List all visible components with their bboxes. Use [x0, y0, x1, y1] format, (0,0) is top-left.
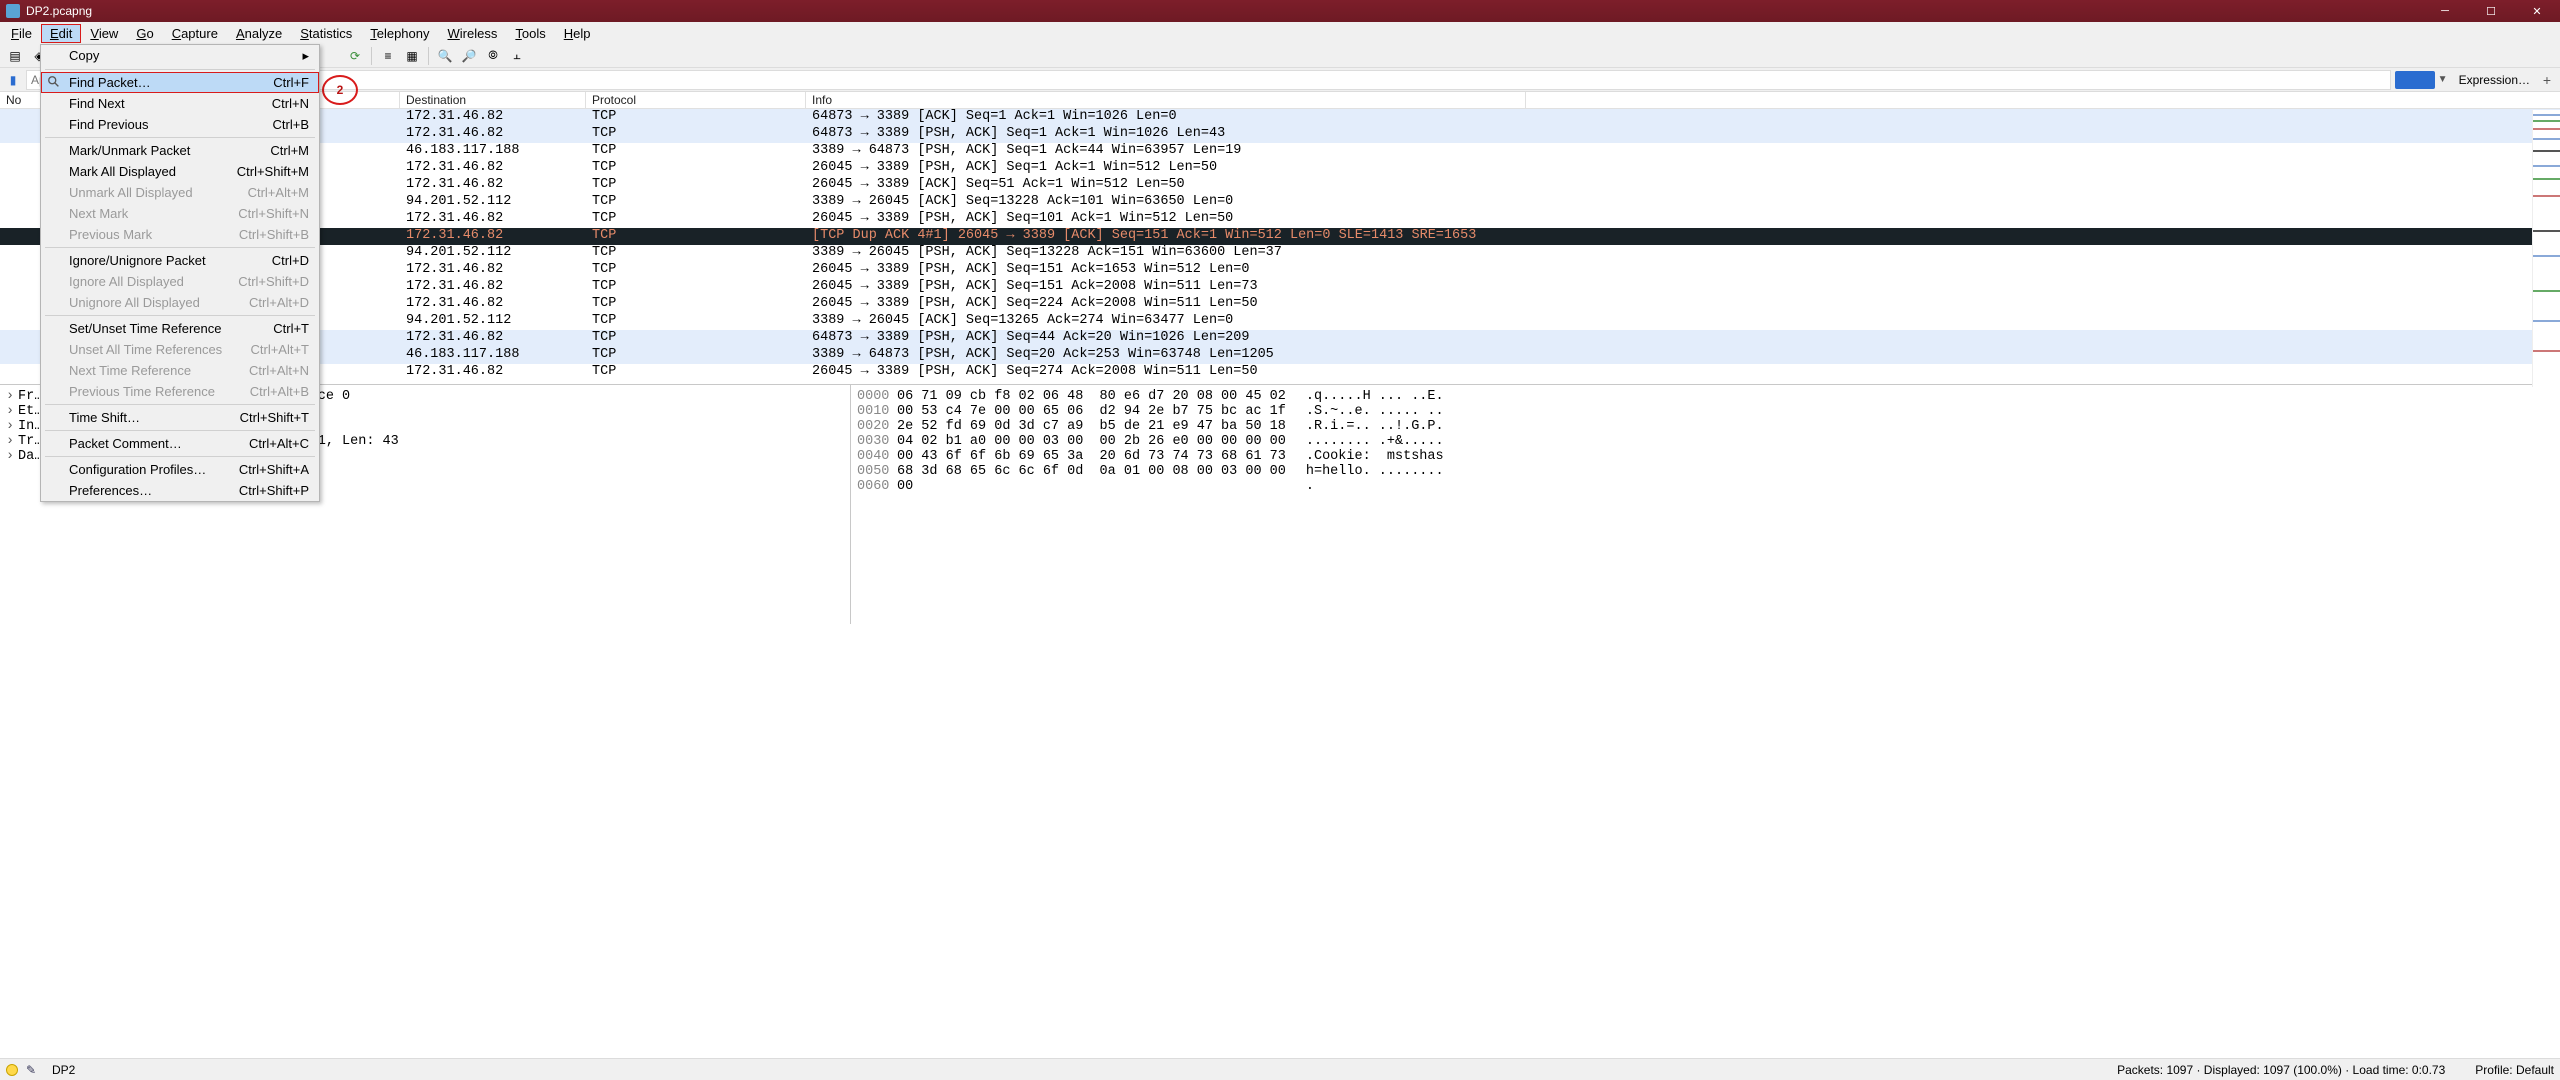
menu-separator: [45, 404, 315, 405]
packet-row[interactable]: 94.201.52.112TCP3389 → 26045 [PSH, ACK] …: [0, 245, 2560, 262]
column-header[interactable]: Destination: [400, 92, 586, 108]
menu-item-set-unset-time-reference[interactable]: Set/Unset Time ReferenceCtrl+T: [41, 318, 319, 339]
menu-view[interactable]: View: [81, 24, 127, 43]
packet-row[interactable]: 172.31.46.82TCP64873 → 3389 [ACK] Seq=1 …: [0, 109, 2560, 126]
edit-menu-dropdown: Copy▸ Find Packet…Ctrl+FFind NextCtrl+NFi…: [40, 44, 320, 502]
edit-capture-comment-icon[interactable]: ✎: [26, 1063, 42, 1077]
autoscroll-icon[interactable]: ≡: [377, 46, 399, 66]
resize-columns-icon[interactable]: ⫠: [506, 46, 528, 66]
menu-item-mark-unmark-packet[interactable]: Mark/Unmark PacketCtrl+M: [41, 140, 319, 161]
packet-row[interactable]: 172.31.46.82TCP26045 → 3389 [PSH, ACK] S…: [0, 296, 2560, 313]
packet-row[interactable]: 172.31.46.82TCP26045 → 3389 [ACK] Seq=51…: [0, 177, 2560, 194]
menu-item-find-next[interactable]: Find NextCtrl+N: [41, 93, 319, 114]
toolbar-separator: [428, 47, 429, 65]
interfaces-icon[interactable]: ▤: [4, 46, 26, 66]
menu-bar: FileEditViewGoCaptureAnalyzeStatisticsTe…: [0, 22, 2560, 44]
menu-item-find-previous[interactable]: Find PreviousCtrl+B: [41, 114, 319, 135]
menu-item-copy[interactable]: Copy▸: [41, 45, 319, 67]
menu-item-find-packet[interactable]: Find Packet…Ctrl+F: [41, 72, 319, 93]
menu-help[interactable]: Help: [555, 24, 600, 43]
menu-separator: [45, 315, 315, 316]
column-header[interactable]: Info: [806, 92, 1526, 108]
bookmark-filter-icon[interactable]: ▮: [4, 71, 22, 89]
app-logo-icon: [6, 4, 20, 18]
packet-list-headers: NoDestinationProtocolInfo: [0, 92, 2560, 109]
column-header[interactable]: Protocol: [586, 92, 806, 108]
packet-row[interactable]: 172.31.46.82TCP26045 → 3389 [PSH, ACK] S…: [0, 211, 2560, 228]
packet-minimap[interactable]: [2532, 110, 2560, 387]
menu-item-next-mark: Next MarkCtrl+Shift+N: [41, 203, 319, 224]
detail-panes: ›Fr… es captured (776 bits) on interface…: [0, 384, 2560, 624]
maximize-button[interactable]: ☐: [2468, 0, 2514, 22]
menu-item-packet-comment[interactable]: Packet Comment…Ctrl+Alt+C: [41, 433, 319, 454]
close-button[interactable]: ✕: [2514, 0, 2560, 22]
annotation-number: 2: [337, 83, 344, 97]
menu-item-ignore-unignore-packet[interactable]: Ignore/Unignore PacketCtrl+D: [41, 250, 319, 271]
menu-item-time-shift[interactable]: Time Shift…Ctrl+Shift+T: [41, 407, 319, 428]
menu-tools[interactable]: Tools: [506, 24, 554, 43]
menu-go[interactable]: Go: [127, 24, 162, 43]
status-file-label: DP2: [52, 1063, 75, 1077]
zoom-in-icon[interactable]: 🔍: [434, 46, 456, 66]
title-bar: DP2.pcapng ─ ☐ ✕: [0, 0, 2560, 22]
menu-item-unset-all-time-references: Unset All Time ReferencesCtrl+Alt+T: [41, 339, 319, 360]
menu-statistics[interactable]: Statistics: [291, 24, 361, 43]
add-filter-button[interactable]: +: [2538, 72, 2556, 88]
minimize-button[interactable]: ─: [2422, 0, 2468, 22]
menu-file[interactable]: File: [2, 24, 41, 43]
menu-item-previous-time-reference: Previous Time ReferenceCtrl+Alt+B: [41, 381, 319, 402]
colorize-icon[interactable]: ▦: [401, 46, 423, 66]
packet-row[interactable]: 46.183.117.188TCP3389 → 64873 [PSH, ACK]…: [0, 143, 2560, 160]
annotation-circle: 2: [322, 75, 358, 105]
packet-row[interactable]: 172.31.46.82TCP64873 → 3389 [PSH, ACK] S…: [0, 126, 2560, 143]
window-title: DP2.pcapng: [26, 4, 92, 18]
menu-item-unignore-all-displayed: Unignore All DisplayedCtrl+Alt+D: [41, 292, 319, 313]
packet-row[interactable]: 172.31.46.82TCP26045 → 3389 [PSH, ACK] S…: [0, 262, 2560, 279]
packet-row[interactable]: 94.201.52.112TCP3389 → 26045 [ACK] Seq=1…: [0, 313, 2560, 330]
menu-separator: [45, 69, 315, 70]
menu-item-next-time-reference: Next Time ReferenceCtrl+Alt+N: [41, 360, 319, 381]
zoom-reset-icon[interactable]: ⦾: [482, 46, 504, 66]
expert-info-icon[interactable]: [6, 1064, 18, 1076]
menu-item-configuration-profiles[interactable]: Configuration Profiles…Ctrl+Shift+A: [41, 459, 319, 480]
menu-analyze[interactable]: Analyze: [227, 24, 291, 43]
status-profile[interactable]: Profile: Default: [2475, 1063, 2554, 1077]
menu-item-preferences[interactable]: Preferences…Ctrl+Shift+P: [41, 480, 319, 501]
menu-separator: [45, 430, 315, 431]
packet-list-pane[interactable]: 172.31.46.82TCP64873 → 3389 [ACK] Seq=1 …: [0, 109, 2560, 384]
menu-item-previous-mark: Previous MarkCtrl+Shift+B: [41, 224, 319, 245]
menu-item-ignore-all-displayed: Ignore All DisplayedCtrl+Shift+D: [41, 271, 319, 292]
menu-item-unmark-all-displayed: Unmark All DisplayedCtrl+Alt+M: [41, 182, 319, 203]
menu-item-mark-all-displayed[interactable]: Mark All DisplayedCtrl+Shift+M: [41, 161, 319, 182]
packet-row[interactable]: 46.183.117.188TCP3389 → 64873 [PSH, ACK]…: [0, 347, 2560, 364]
status-bar: ✎ DP2 Packets: 1097 · Displayed: 1097 (1…: [0, 1058, 2560, 1080]
menu-separator: [45, 456, 315, 457]
zoom-out-icon[interactable]: 🔎: [458, 46, 480, 66]
packet-row[interactable]: 172.31.46.82TCP64873 → 3389 [PSH, ACK] S…: [0, 330, 2560, 347]
restart-capture-icon[interactable]: ⟳: [344, 46, 366, 66]
display-filter-input[interactable]: [26, 70, 2391, 90]
display-filter-bar: ▮ ▼ Expression… +: [0, 68, 2560, 92]
packet-row[interactable]: 172.31.46.82TCP[TCP Dup ACK 4#1] 26045 →…: [0, 228, 2560, 245]
menu-separator: [45, 137, 315, 138]
menu-wireless[interactable]: Wireless: [439, 24, 507, 43]
status-packet-counts: Packets: 1097 · Displayed: 1097 (100.0%)…: [2117, 1063, 2445, 1077]
menu-separator: [45, 247, 315, 248]
toolbar-separator: [371, 47, 372, 65]
menu-telephony[interactable]: Telephony: [361, 24, 438, 43]
apply-filter-button[interactable]: [2395, 71, 2435, 89]
main-toolbar: ▤ ◈ ⟳ ≡ ▦ 🔍 🔎 ⦾ ⫠: [0, 44, 2560, 68]
packet-row[interactable]: 172.31.46.82TCP26045 → 3389 [PSH, ACK] S…: [0, 160, 2560, 177]
filter-history-dropdown[interactable]: ▼: [2435, 74, 2451, 85]
packet-row[interactable]: 172.31.46.82TCP26045 → 3389 [PSH, ACK] S…: [0, 364, 2560, 381]
packet-row[interactable]: 172.31.46.82TCP26045 → 3389 [PSH, ACK] S…: [0, 279, 2560, 296]
menu-edit[interactable]: Edit: [41, 24, 81, 43]
expression-button[interactable]: Expression…: [2451, 73, 2538, 87]
packet-bytes-pane[interactable]: 0000001000200030004000500060 06 71 09 cb…: [850, 385, 2560, 624]
menu-capture[interactable]: Capture: [163, 24, 227, 43]
packet-row[interactable]: 94.201.52.112TCP3389 → 26045 [ACK] Seq=1…: [0, 194, 2560, 211]
